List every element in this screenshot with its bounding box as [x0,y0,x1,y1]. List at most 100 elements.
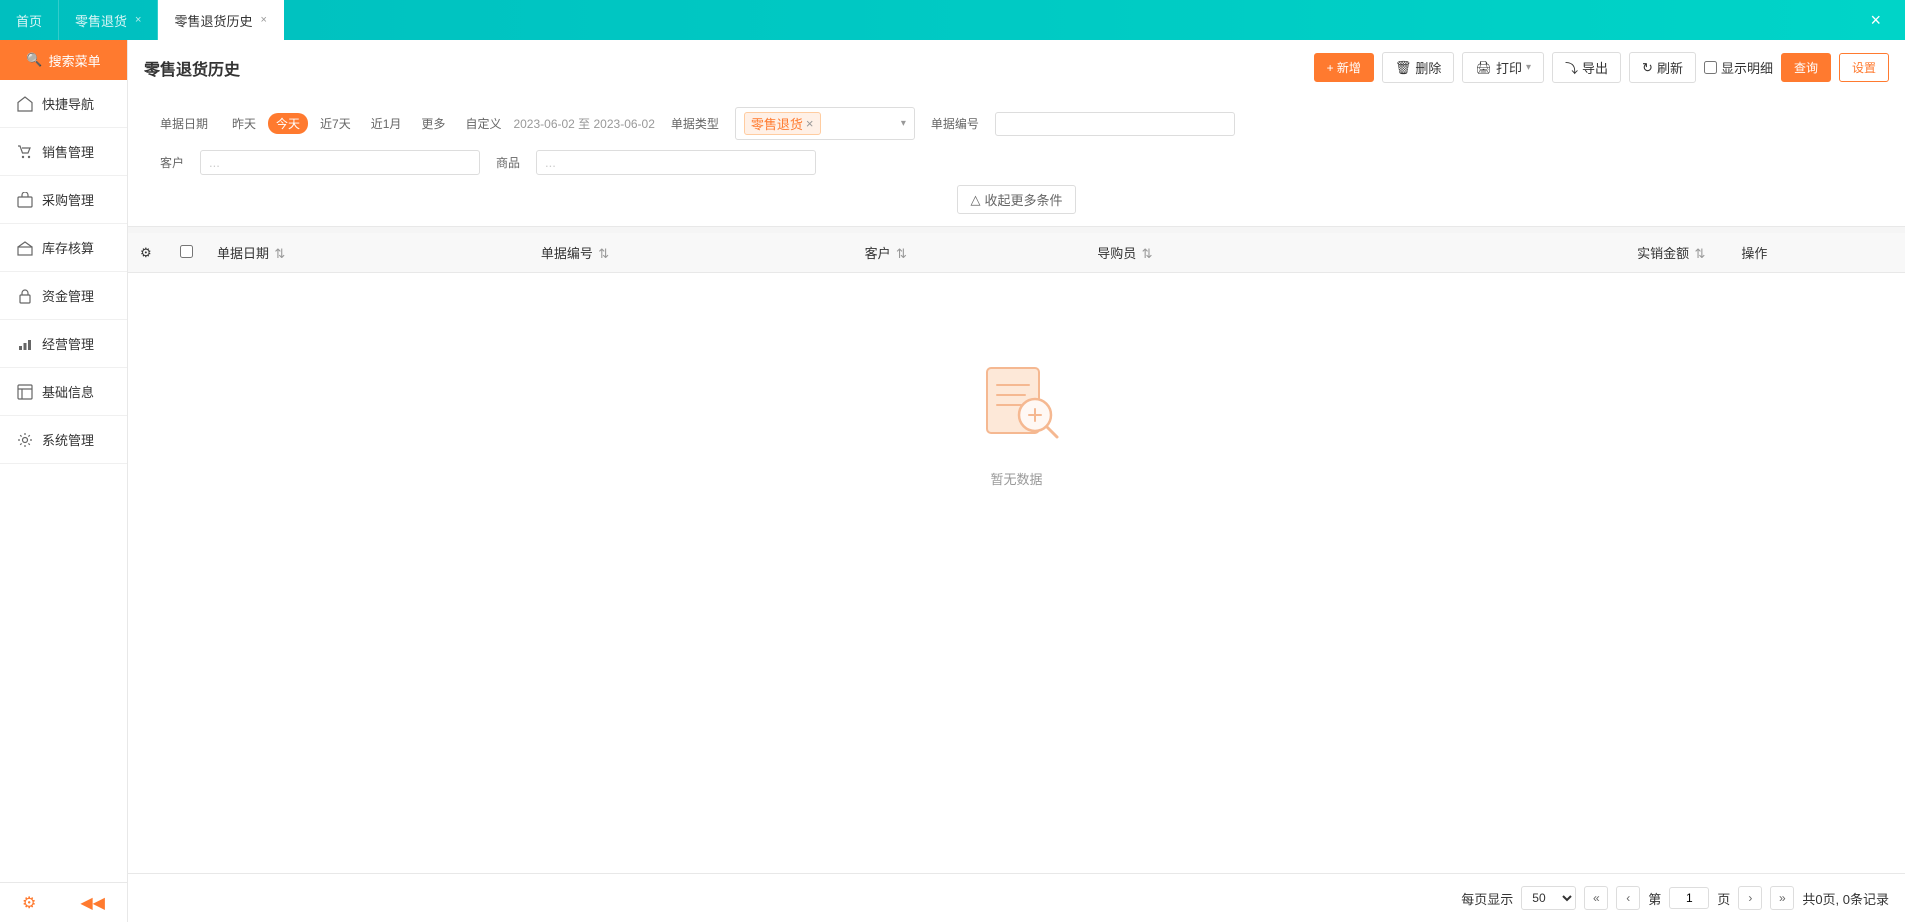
table-header: ⚙ 单据日期 ⇅ 单据编号 ⇅ [128,233,1905,273]
sidebar-nav: 快捷导航 销售管理 采购管理 库存核算 [0,80,127,882]
sidebar-item-purchase-mgmt[interactable]: 采购管理 [0,176,127,224]
sidebar-bottom: ⚙ ◀◀ [0,882,127,922]
total-label: 共0页, 0条记录 [1802,889,1889,908]
toolbar: + 新增 🗑 删除 🖨 打印 ▾ ⤵ 导出 ↻ [1314,52,1889,83]
print-button[interactable]: 🖨 打印 ▾ [1462,52,1544,83]
filter-area: 单据日期 昨天 今天 近7天 近1月 更多 自定义 2023-06-02 至 2… [144,95,1889,226]
th-guide[interactable]: 导购员 ⇅ [1085,233,1363,273]
guide-sort-icon: ⇅ [1142,246,1153,261]
sidebar-item-finance-label: 资金管理 [42,286,94,305]
tab-home[interactable]: 首页 [0,0,59,40]
gear-bottom-icon[interactable]: ⚙ [22,893,36,913]
first-page-button[interactable]: « [1584,886,1608,910]
new-button[interactable]: + 新增 [1314,53,1374,82]
table-container: ⚙ 单据日期 ⇅ 单据编号 ⇅ [128,233,1905,873]
th-number-label: 单据编号 [541,246,593,261]
next-page-button[interactable]: › [1738,886,1762,910]
tab-bar: 首页 零售退货 × 零售退货历史 × [0,0,1862,40]
type-filter-label: 单据类型 [671,115,719,132]
page-title: 零售退货历史 [144,56,240,80]
query-button[interactable]: 查询 [1781,53,1831,82]
sidebar-item-basic-info[interactable]: 基础信息 [0,368,127,416]
page-title-row: 零售退货历史 + 新增 🗑 删除 🖨 打印 ▾ ⤵ 导出 [144,52,1889,83]
delete-icon: 🗑 [1395,60,1412,76]
doc-number-filter-label: 单据编号 [931,115,979,132]
tab-retail-return[interactable]: 零售退货 × [59,0,158,40]
tab-retail-return-history-close[interactable]: × [260,14,266,26]
sidebar-item-sales-mgmt[interactable]: 销售管理 [0,128,127,176]
type-filter-tag-remove[interactable]: × [806,116,814,131]
page-size-select[interactable]: 20 50 100 [1521,886,1576,910]
customer-placeholder: ... [209,155,471,170]
th-number[interactable]: 单据编号 ⇅ [529,233,853,273]
delete-button[interactable]: 🗑 删除 [1382,52,1455,83]
collapse-button[interactable]: △ 收起更多条件 [957,185,1075,214]
date-filter-group: 昨天 今天 近7天 近1月 更多 自定义 2023-06-02 至 2023-0… [224,113,655,134]
show-detail-label: 显示明细 [1721,58,1773,77]
goods-filter-select[interactable]: ... [536,150,816,175]
sidebar-item-inventory[interactable]: 库存核算 [0,224,127,272]
settings-filter-button[interactable]: 设置 [1839,53,1889,82]
sidebar-item-system-label: 系统管理 [42,430,94,449]
amount-sort-icon: ⇅ [1694,246,1705,261]
date-yesterday-btn[interactable]: 昨天 [224,113,264,134]
customer-filter-select[interactable]: ... [200,150,480,175]
th-date-label: 单据日期 [217,246,269,261]
sidebar-item-quick-nav-label: 快捷导航 [42,94,94,113]
settings-icon [16,431,34,449]
chart-icon [16,335,34,353]
date-7days-btn[interactable]: 近7天 [312,113,359,134]
sidebar-item-system[interactable]: 系统管理 [0,416,127,464]
select-all-checkbox[interactable] [180,245,193,258]
date-custom-btn[interactable]: 自定义 [457,113,509,134]
th-customer[interactable]: 客户 ⇅ [853,233,1086,273]
type-filter-select[interactable]: 零售退货 × ▾ [735,107,915,140]
last-page-button[interactable]: » [1770,886,1794,910]
page-header: 零售退货历史 + 新增 🗑 删除 🖨 打印 ▾ ⤵ 导出 [128,40,1905,227]
th-amount[interactable]: 实销金额 ⇅ [1363,233,1729,273]
page-label-suffix: 页 [1717,889,1730,908]
volume-icon[interactable]: ◀◀ [80,893,105,913]
pagination-bar: 每页显示 20 50 100 « ‹ 第 页 › » 共0页, 0条记录 [128,873,1905,922]
page-size-label: 每页显示 [1461,889,1513,908]
sidebar-item-finance[interactable]: 资金管理 [0,272,127,320]
doc-number-input[interactable] [995,112,1235,136]
sidebar: 🔍 搜索菜单 快捷导航 销售管理 采购管理 [0,40,128,922]
export-button[interactable]: ⤵ 导出 [1552,52,1621,83]
tab-retail-return-history-label: 零售退货历史 [174,11,252,30]
warehouse-icon [16,239,34,257]
delete-label: 删除 [1415,58,1441,77]
show-detail-checkbox[interactable] [1704,61,1717,74]
box-icon [16,191,34,209]
date-more-btn[interactable]: 更多 [413,113,453,134]
window-close-button[interactable]: × [1862,10,1889,31]
number-sort-icon: ⇅ [598,246,609,261]
lock-icon [16,287,34,305]
type-filter-chevron-icon: ▾ [901,118,906,129]
sidebar-item-quick-nav[interactable]: 快捷导航 [0,80,127,128]
table-settings-icon[interactable]: ⚙ [140,245,152,260]
th-date[interactable]: 单据日期 ⇅ [205,233,529,273]
date-1month-btn[interactable]: 近1月 [363,113,410,134]
home-icon [16,95,34,113]
sidebar-search-button[interactable]: 🔍 搜索菜单 [0,40,127,80]
prev-page-button[interactable]: ‹ [1616,886,1640,910]
search-icon: 🔍 [26,52,42,68]
date-today-btn[interactable]: 今天 [268,113,308,134]
sidebar-search-label: 搜索菜单 [49,51,101,70]
top-bar-right: × [1862,10,1905,31]
filter-row-2: 客户 ... 商品 ... [160,150,1873,175]
th-customer-label: 客户 [865,246,891,261]
refresh-label: 刷新 [1657,58,1683,77]
show-detail-checkbox-label[interactable]: 显示明细 [1704,58,1773,77]
refresh-icon: ↻ [1642,60,1653,76]
th-settings[interactable]: ⚙ [128,233,168,273]
page-number-input[interactable] [1669,887,1709,909]
refresh-button[interactable]: ↻ 刷新 [1629,52,1696,83]
table-icon [16,383,34,401]
tab-retail-return-close[interactable]: × [135,14,141,26]
tab-retail-return-history[interactable]: 零售退货历史 × [158,0,283,40]
th-checkbox[interactable] [168,233,205,273]
filter-row-1: 单据日期 昨天 今天 近7天 近1月 更多 自定义 2023-06-02 至 2… [160,107,1873,140]
sidebar-item-ops[interactable]: 经营管理 [0,320,127,368]
